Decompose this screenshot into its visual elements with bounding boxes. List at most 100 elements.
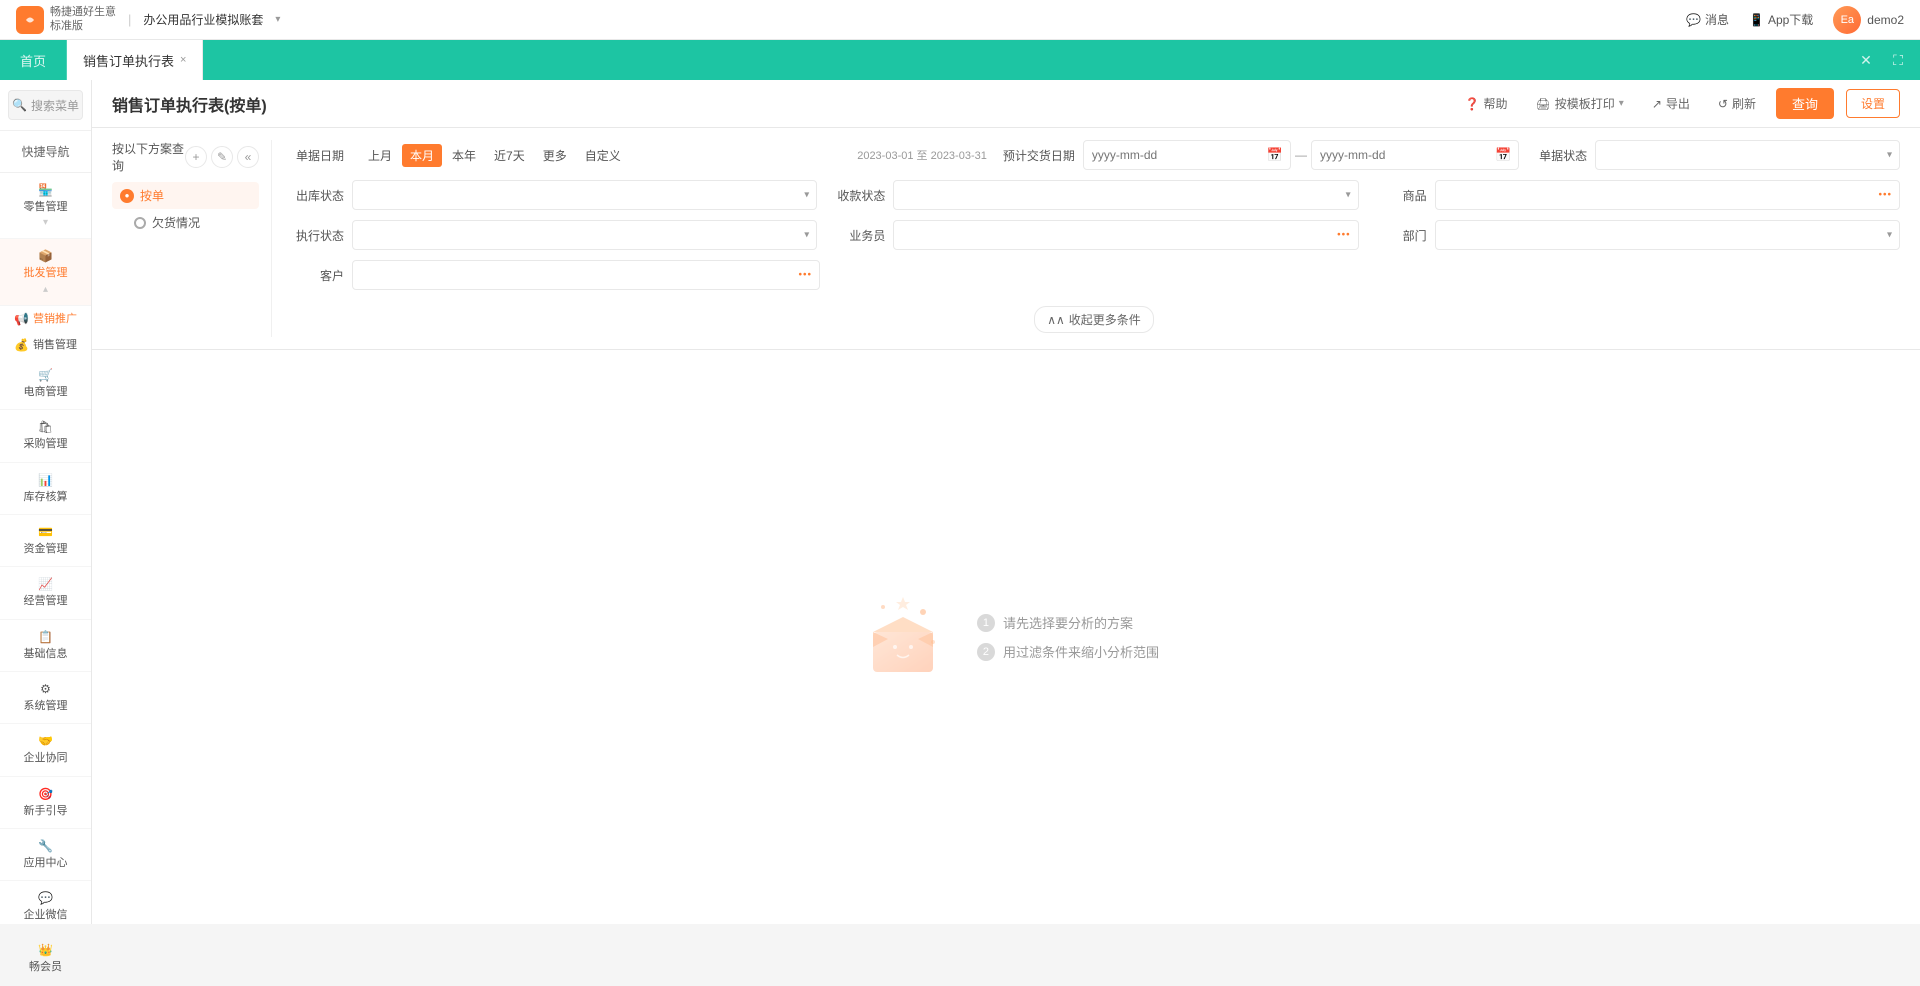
basic-label: 基础信息	[24, 647, 68, 661]
filter-layout: 按以下方案查询 + ✎ « ● 按单 欠货情况	[112, 140, 1900, 337]
sidebar-item-guide[interactable]: 🎯 新手引导	[0, 777, 91, 829]
window-expand-btn[interactable]: ⛶	[1884, 46, 1912, 74]
goods-label: 商品	[1371, 187, 1427, 204]
scheme-debt-label: 欠货情况	[152, 214, 200, 231]
tab-sales-order[interactable]: 销售订单执行表 ×	[67, 40, 203, 80]
empty-tips: 1 请先选择要分析的方案 2 用过滤条件来缩小分析范围	[977, 613, 1159, 661]
sidebar-item-basic[interactable]: 📋 基础信息	[0, 620, 91, 672]
sidebar: 🔍 搜索菜单 快捷导航 🏪 零售管理 ▾ 📦 批发管理 ▴ 📢 营销推广 💰 销…	[0, 80, 92, 924]
member-label: 畅会员	[29, 960, 62, 974]
exec-dropdown[interactable]	[352, 220, 817, 250]
sidebar-item-wechat[interactable]: 💬 企业微信	[0, 881, 91, 933]
scheme-edit-btn[interactable]: ✎	[211, 146, 233, 168]
app-download-label: App下载	[1768, 11, 1813, 28]
salesperson-input[interactable]	[893, 220, 1358, 250]
inventory-icon: 📊	[38, 473, 53, 487]
header-right: 💬 消息 📱 App下载 Ea demo2	[1686, 6, 1904, 34]
message-action[interactable]: 💬 消息	[1686, 11, 1729, 28]
sidebar-item-member[interactable]: 👑 畅会员	[0, 933, 91, 985]
order-status-wrap: ▾	[1595, 140, 1900, 170]
help-btn[interactable]: ❓ 帮助	[1457, 91, 1516, 116]
app-name: 畅捷通好生意	[50, 6, 116, 19]
sidebar-sub-item-sales[interactable]: 💰 销售管理	[0, 332, 91, 358]
filter-field-payment: 收款状态 ▾	[829, 180, 1358, 210]
sidebar-item-cooperation[interactable]: 🤝 企业协同	[0, 724, 91, 776]
quick-nav-label[interactable]: 快捷导航	[0, 137, 91, 166]
expected-date-end[interactable]	[1311, 140, 1519, 170]
filter-field-order-status: 单据状态 ▾	[1531, 140, 1900, 170]
tab-close-icon[interactable]: ×	[180, 55, 186, 66]
sidebar-item-inventory[interactable]: 📊 库存核算	[0, 463, 91, 515]
export-btn[interactable]: ↗ 导出	[1644, 91, 1698, 116]
app-logo-icon	[16, 6, 44, 34]
date-tab-last-month[interactable]: 上月	[360, 144, 400, 167]
sidebar-item-ecommerce[interactable]: 🛒 电商管理	[0, 358, 91, 410]
wechat-icon: 💬	[38, 891, 53, 905]
sidebar-item-finance[interactable]: 💳 资金管理	[0, 515, 91, 567]
scheme-item-debt[interactable]: 欠货情况	[112, 209, 259, 236]
sidebar-item-appstore[interactable]: 🔧 应用中心	[0, 829, 91, 881]
date-range-separator: —	[1295, 148, 1307, 162]
filter-field-customer: 客户 •••	[288, 260, 820, 290]
date-tab-more[interactable]: 更多	[535, 144, 575, 167]
user-area[interactable]: Ea demo2	[1833, 6, 1904, 34]
date-tab-7days[interactable]: 近7天	[486, 144, 533, 167]
goods-wrap: •••	[1435, 180, 1900, 210]
customer-input[interactable]	[352, 260, 820, 290]
app-download-action[interactable]: 📱 App下载	[1749, 11, 1813, 28]
finance-label: 资金管理	[24, 542, 68, 556]
date-tab-custom[interactable]: 自定义	[577, 144, 629, 167]
system-label: 系统管理	[24, 699, 68, 713]
sidebar-item-operation[interactable]: 📈 经营管理	[0, 567, 91, 619]
expected-date-start-wrap: 📅	[1083, 140, 1291, 170]
export-icon: ↗	[1652, 97, 1662, 111]
sidebar-sub-item-marketing[interactable]: 📢 营销推广	[0, 306, 91, 332]
page-title: 销售订单执行表(按单)	[112, 92, 267, 116]
scheme-add-btn[interactable]: +	[185, 146, 207, 168]
help-label: 帮助	[1484, 95, 1508, 112]
date-tab-this-year[interactable]: 本年	[444, 144, 484, 167]
filter-field-date: 单据日期 上月 本月 本年 近7天 更多 自定义	[288, 144, 841, 167]
refresh-icon: ↺	[1718, 97, 1728, 111]
dept-label: 部门	[1371, 227, 1427, 244]
wechat-label: 企业微信	[24, 908, 68, 922]
print-btn[interactable]: 🖨 按模板打印 ▾	[1528, 91, 1632, 116]
date-tab-this-month[interactable]: 本月	[402, 144, 442, 167]
export-label: 导出	[1666, 95, 1690, 112]
delivery-dropdown[interactable]	[352, 180, 817, 210]
sidebar-item-purchase[interactable]: 🛍 采购管理	[0, 410, 91, 462]
breadcrumb-separator: |	[128, 12, 131, 27]
basic-icon: 📋	[38, 630, 53, 644]
filter-row-4: 客户 •••	[288, 260, 1900, 290]
scheme-item-order[interactable]: ● 按单	[112, 182, 259, 209]
tab-bar-right: ✕ ⛶	[1852, 46, 1920, 74]
sidebar-item-system[interactable]: ⚙ 系统管理	[0, 672, 91, 724]
customer-label: 客户	[288, 267, 344, 284]
window-close-btn[interactable]: ✕	[1852, 46, 1880, 74]
dept-dropdown[interactable]	[1435, 220, 1900, 250]
salesperson-wrap: •••	[893, 220, 1358, 250]
sidebar-item-retail[interactable]: 🏪 零售管理 ▾	[0, 173, 91, 239]
appstore-label: 应用中心	[24, 856, 68, 870]
order-status-dropdown[interactable]	[1595, 140, 1900, 170]
payment-dropdown[interactable]	[893, 180, 1358, 210]
order-status-label: 单据状态	[1531, 147, 1587, 164]
goods-input[interactable]	[1435, 180, 1900, 210]
appstore-icon: 🔧	[38, 839, 53, 853]
collapse-btn[interactable]: ∧∧ 收起更多条件	[1034, 306, 1154, 333]
breadcrumb-dropdown-icon[interactable]: ▾	[275, 14, 280, 25]
filter-field-salesperson: 业务员 •••	[829, 220, 1358, 250]
sidebar-item-wholesale[interactable]: 📦 批发管理 ▴	[0, 239, 91, 305]
expected-date-start[interactable]	[1083, 140, 1291, 170]
filter-field-dept: 部门 ▾	[1371, 220, 1900, 250]
tip-num-1: 1	[977, 614, 995, 632]
sidebar-search-btn[interactable]: 🔍 搜索菜单	[8, 90, 83, 120]
scheme-collapse-btn[interactable]: «	[237, 146, 259, 168]
query-btn[interactable]: 查询	[1776, 88, 1834, 119]
guide-icon: 🎯	[38, 787, 53, 801]
settings-btn[interactable]: 设置	[1846, 89, 1900, 118]
tab-home[interactable]: 首页	[0, 40, 67, 80]
filter-panel: 按以下方案查询 + ✎ « ● 按单 欠货情况	[92, 128, 1920, 350]
refresh-btn[interactable]: ↺ 刷新	[1710, 91, 1764, 116]
delivery-label: 出库状态	[288, 187, 344, 204]
